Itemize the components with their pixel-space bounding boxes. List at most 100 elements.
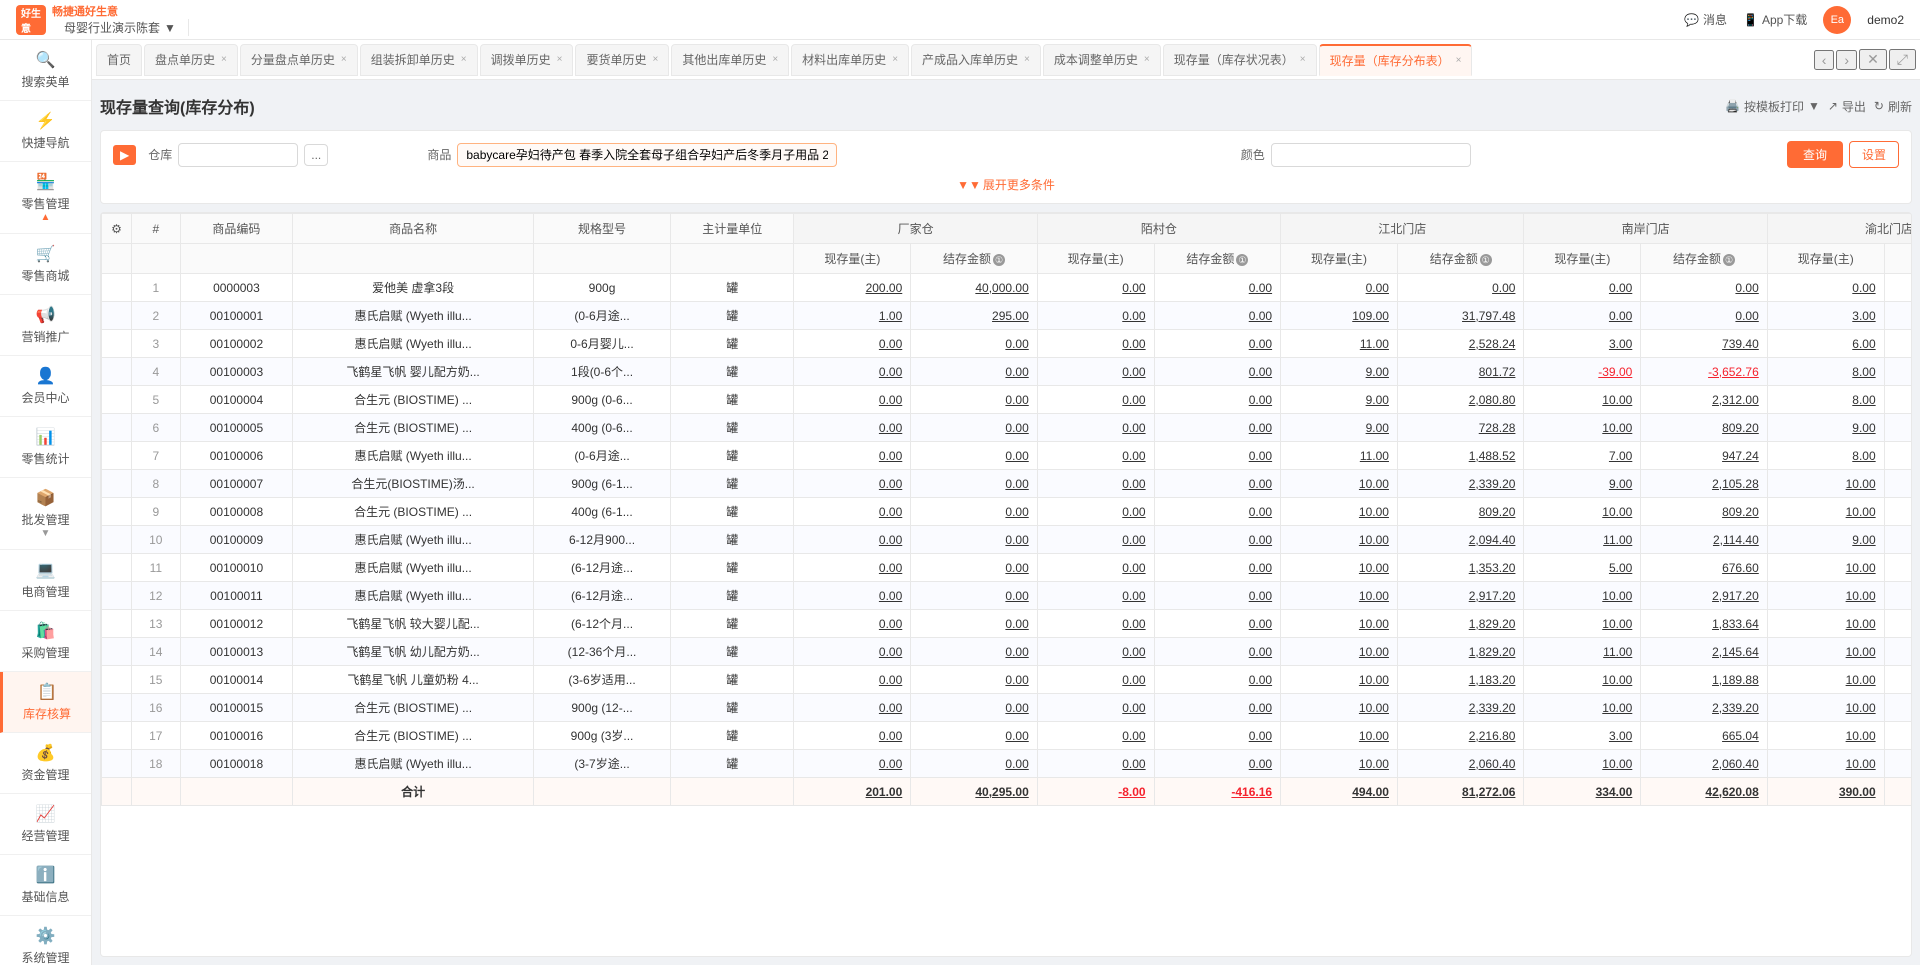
cell-mc-qty[interactable]: 0.00	[1037, 414, 1154, 442]
cell-jb-amt[interactable]: 1,183.20	[1397, 666, 1523, 694]
cell-cj-qty[interactable]: 0.00	[794, 386, 911, 414]
cell-yb-amt[interactable]: 2,339.20	[1884, 470, 1912, 498]
cell-cj-qty[interactable]: 0.00	[794, 526, 911, 554]
cell-mc-amt[interactable]: 0.00	[1154, 666, 1280, 694]
print-btn[interactable]: 🖨️ 按模板打印 ▼	[1725, 98, 1820, 115]
cell-mc-qty[interactable]: 0.00	[1037, 274, 1154, 302]
cell-cj-amt[interactable]: 0.00	[911, 554, 1037, 582]
cell-na-qty[interactable]: 10.00	[1524, 582, 1641, 610]
cell-na-amt[interactable]: 2,114.40	[1641, 526, 1767, 554]
cell-na-amt[interactable]: 0.00	[1641, 274, 1767, 302]
cell-jb-amt[interactable]: 801.72	[1397, 358, 1523, 386]
cell-mc-qty[interactable]: 0.00	[1037, 610, 1154, 638]
cell-na-qty[interactable]: 11.00	[1524, 526, 1641, 554]
cell-jb-amt[interactable]: 1,829.20	[1397, 638, 1523, 666]
cell-jb-amt[interactable]: 2,216.80	[1397, 722, 1523, 750]
color-input[interactable]	[1271, 143, 1471, 167]
tab-3-close[interactable]: ×	[461, 54, 467, 65]
cell-na-qty[interactable]: 10.00	[1524, 694, 1641, 722]
cell-cj-amt[interactable]: 0.00	[911, 330, 1037, 358]
cell-na-amt[interactable]: 809.20	[1641, 414, 1767, 442]
cell-jb-amt[interactable]: 809.20	[1397, 498, 1523, 526]
cell-yb-amt[interactable]: 0.00	[1884, 274, 1912, 302]
refresh-btn[interactable]: ↻ 刷新	[1874, 98, 1912, 115]
cell-jb-qty[interactable]: 10.00	[1281, 526, 1398, 554]
cell-yb-qty[interactable]: 10.00	[1767, 582, 1884, 610]
cell-cj-amt[interactable]: 0.00	[911, 750, 1037, 778]
cell-cj-amt[interactable]: 0.00	[911, 582, 1037, 610]
cell-cj-qty[interactable]: 0.00	[794, 750, 911, 778]
cell-na-qty[interactable]: -39.00	[1524, 358, 1641, 386]
cell-na-qty[interactable]: 0.00	[1524, 302, 1641, 330]
cell-cj-qty[interactable]: 0.00	[794, 666, 911, 694]
cell-mc-qty[interactable]: 0.00	[1037, 358, 1154, 386]
cell-yb-amt[interactable]: 1,082.56	[1884, 442, 1912, 470]
tab-4[interactable]: 调拨单历史 ×	[480, 44, 574, 76]
cell-yb-qty[interactable]: 6.00	[1767, 330, 1884, 358]
cell-mc-amt[interactable]: 0.00	[1154, 638, 1280, 666]
cell-yb-qty[interactable]: 9.00	[1767, 526, 1884, 554]
footer-na-amt[interactable]: 42,620.08	[1641, 778, 1767, 806]
tab-next-btn[interactable]: ›	[1836, 50, 1857, 70]
cell-jb-qty[interactable]: 10.00	[1281, 610, 1398, 638]
cell-na-amt[interactable]: 2,060.40	[1641, 750, 1767, 778]
tab-8[interactable]: 产成品入库单历史 ×	[911, 44, 1041, 76]
cell-cj-qty[interactable]: 0.00	[794, 554, 911, 582]
cj-amt-info-icon[interactable]: ①	[993, 254, 1005, 266]
cell-yb-amt[interactable]: 1,849.60	[1884, 386, 1912, 414]
cell-mc-amt[interactable]: 0.00	[1154, 386, 1280, 414]
cell-na-amt[interactable]: 2,312.00	[1641, 386, 1767, 414]
cell-mc-amt[interactable]: 0.00	[1154, 750, 1280, 778]
cell-yb-qty[interactable]: 10.00	[1767, 694, 1884, 722]
footer-jb-qty[interactable]: 494.00	[1281, 778, 1398, 806]
cell-jb-qty[interactable]: 9.00	[1281, 386, 1398, 414]
footer-yb-qty[interactable]: 390.00	[1767, 778, 1884, 806]
cell-mc-amt[interactable]: 0.00	[1154, 274, 1280, 302]
cell-jb-amt[interactable]: 0.00	[1397, 274, 1523, 302]
cell-jb-amt[interactable]: 2,060.40	[1397, 750, 1523, 778]
cell-cj-qty[interactable]: 0.00	[794, 498, 911, 526]
cell-yb-amt[interactable]: 1,829.20	[1884, 638, 1912, 666]
cell-jb-amt[interactable]: 2,094.40	[1397, 526, 1523, 554]
cell-mc-qty[interactable]: 0.00	[1037, 694, 1154, 722]
tab-10[interactable]: 现存量（库存状况表） ×	[1163, 44, 1317, 76]
cell-mc-qty[interactable]: 0.00	[1037, 666, 1154, 694]
cell-cj-amt[interactable]: 0.00	[911, 414, 1037, 442]
cell-yb-qty[interactable]: 10.00	[1767, 498, 1884, 526]
cell-na-amt[interactable]: 2,105.28	[1641, 470, 1767, 498]
sidebar-item-ecom[interactable]: 💻 电商管理	[0, 550, 91, 611]
cell-na-qty[interactable]: 0.00	[1524, 274, 1641, 302]
tab-9[interactable]: 成本调整单历史 ×	[1043, 44, 1161, 76]
cell-na-qty[interactable]: 5.00	[1524, 554, 1641, 582]
tab-5-close[interactable]: ×	[652, 54, 658, 65]
cell-mc-qty[interactable]: 0.00	[1037, 722, 1154, 750]
tab-11-close[interactable]: ×	[1456, 55, 1462, 66]
cell-yb-amt[interactable]: 1,353.20	[1884, 554, 1912, 582]
cell-na-qty[interactable]: 10.00	[1524, 414, 1641, 442]
cell-jb-qty[interactable]: 10.00	[1281, 666, 1398, 694]
tab-3[interactable]: 组装拆卸单历史 ×	[360, 44, 478, 76]
warehouse-input[interactable]	[178, 143, 298, 167]
cell-na-qty[interactable]: 10.00	[1524, 750, 1641, 778]
cell-yb-amt[interactable]: 2,917.20	[1884, 582, 1912, 610]
cell-jb-amt[interactable]: 1,829.20	[1397, 610, 1523, 638]
cell-na-amt[interactable]: 1,833.64	[1641, 610, 1767, 638]
cell-mc-amt[interactable]: 0.00	[1154, 302, 1280, 330]
cell-jb-qty[interactable]: 9.00	[1281, 358, 1398, 386]
tab-4-close[interactable]: ×	[557, 54, 563, 65]
cell-jb-qty[interactable]: 10.00	[1281, 750, 1398, 778]
cell-jb-qty[interactable]: 10.00	[1281, 638, 1398, 666]
tab-11[interactable]: 现存量（库存分布表） ×	[1319, 44, 1473, 76]
cell-mc-amt[interactable]: 0.00	[1154, 358, 1280, 386]
cell-cj-qty[interactable]: 0.00	[794, 638, 911, 666]
cell-yb-qty[interactable]: 10.00	[1767, 750, 1884, 778]
tab-8-close[interactable]: ×	[1024, 54, 1030, 65]
cell-yb-amt[interactable]: 1,829.20	[1884, 610, 1912, 638]
cell-jb-qty[interactable]: 109.00	[1281, 302, 1398, 330]
cell-cj-amt[interactable]: 0.00	[911, 638, 1037, 666]
cell-mc-amt[interactable]: 0.00	[1154, 414, 1280, 442]
cell-cj-amt[interactable]: 295.00	[911, 302, 1037, 330]
cell-yb-qty[interactable]: 8.00	[1767, 386, 1884, 414]
cell-na-amt[interactable]: 2,339.20	[1641, 694, 1767, 722]
cell-mc-amt[interactable]: 0.00	[1154, 526, 1280, 554]
